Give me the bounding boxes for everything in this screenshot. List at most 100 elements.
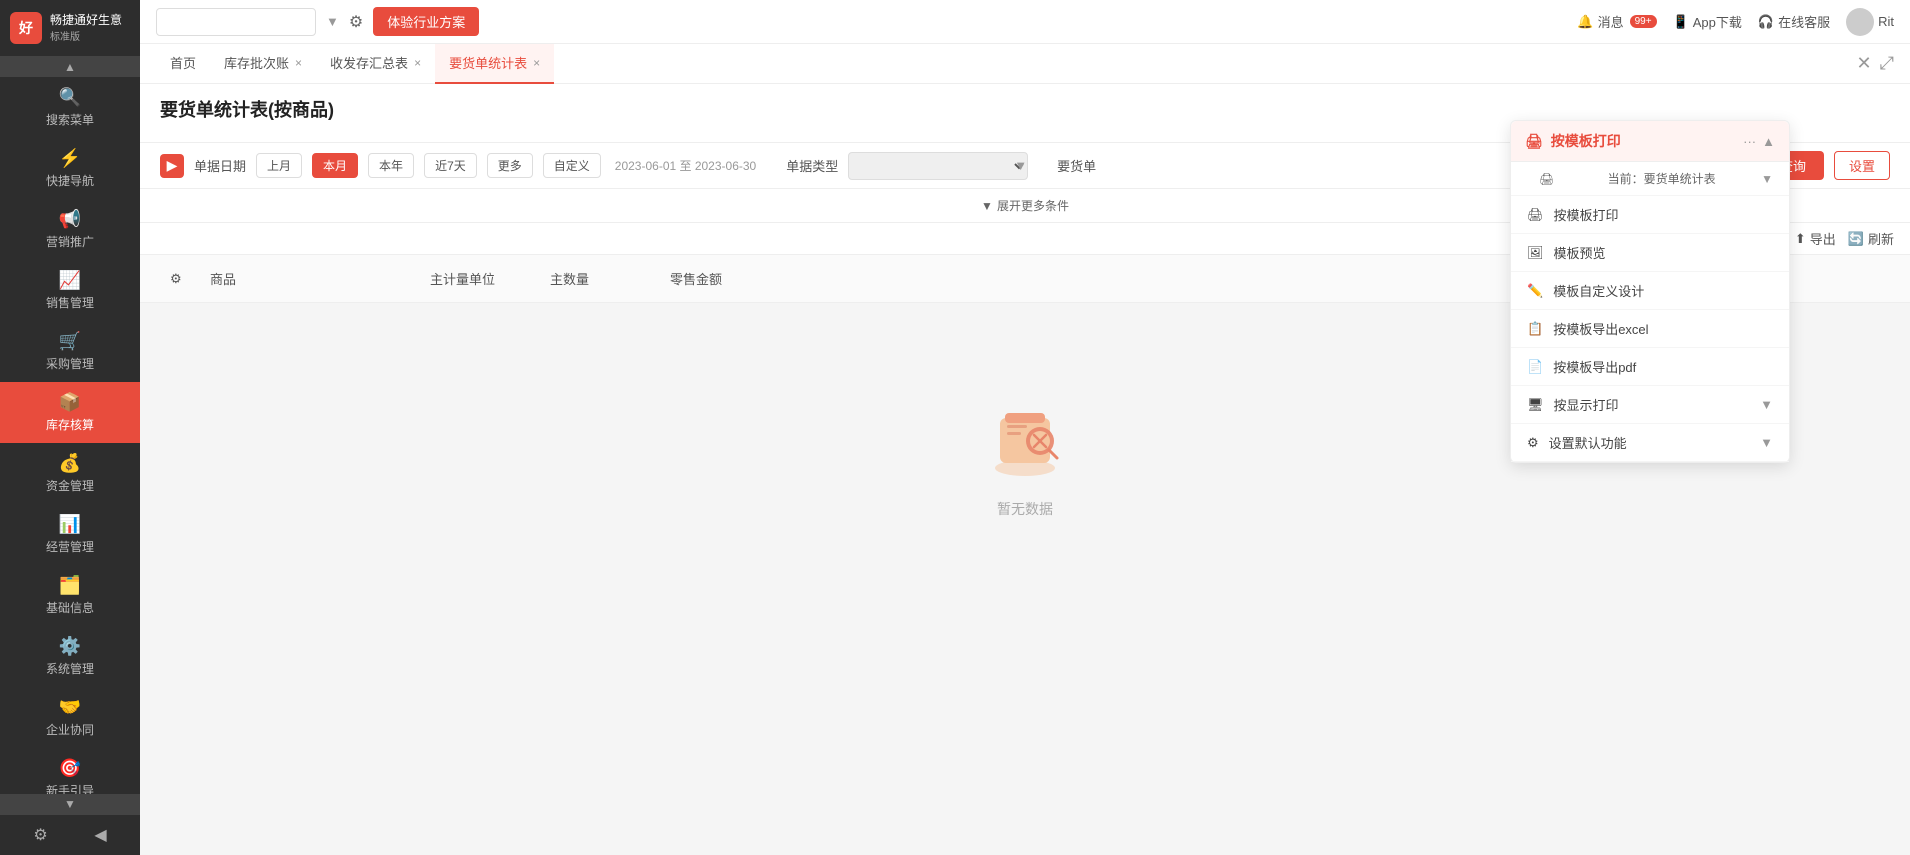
- app-name: 畅捷通好生意: [50, 13, 122, 29]
- online-service-label: 在线客服: [1778, 12, 1830, 31]
- sidebar-settings-icon[interactable]: ⚙: [33, 825, 47, 845]
- tab-inventory-batch-label: 库存批次账: [224, 53, 289, 72]
- col-header-check[interactable]: ⚙: [160, 265, 200, 293]
- sidebar-nav: 🔍 搜索菜单 ⚡ 快捷导航 📢 营销推广 📈 销售管理 🛒 采购管理 📦 库存核…: [0, 77, 140, 794]
- sidebar-item-base[interactable]: 🗂️ 基础信息: [0, 565, 140, 626]
- sidebar-toggle-icon[interactable]: ◀: [94, 825, 106, 845]
- display-print-label: 按显示打印: [1554, 395, 1619, 414]
- tab-order-stats-close[interactable]: ×: [533, 56, 540, 70]
- date-btn-this-year[interactable]: 本年: [368, 153, 414, 178]
- sidebar-scroll-down[interactable]: ▼: [0, 794, 140, 814]
- sidebar-scroll-up[interactable]: ▲: [0, 57, 140, 77]
- current-template-arrow[interactable]: ▼: [1761, 172, 1773, 186]
- toolbar-expand-btn[interactable]: ▶: [160, 154, 184, 178]
- dropdown-item-template-excel[interactable]: 📋 按模板导出excel: [1511, 310, 1789, 348]
- tab-home-label: 首页: [170, 53, 196, 72]
- online-service-btn[interactable]: 🎧 在线客服: [1758, 12, 1830, 31]
- topbar-chevron-icon[interactable]: ▼: [326, 14, 339, 29]
- tab-expand-icon[interactable]: ⤢: [1880, 53, 1894, 74]
- col-header-qty: 主数量: [540, 263, 660, 294]
- username-label: Rit: [1878, 14, 1894, 29]
- money-icon: 💰: [59, 453, 81, 474]
- settings-btn[interactable]: 设置: [1834, 151, 1890, 180]
- sidebar-item-label: 经营管理: [46, 538, 94, 555]
- tab-inventory-batch-close[interactable]: ×: [295, 56, 302, 70]
- sidebar-item-marketing[interactable]: 📢 营销推广: [0, 199, 140, 260]
- tab-close-window-icon[interactable]: ✕: [1857, 53, 1872, 74]
- megaphone-icon: 📢: [59, 209, 81, 230]
- display-print-arrow: ▼: [1760, 397, 1773, 412]
- tab-order-stats[interactable]: 要货单统计表 ×: [435, 44, 554, 84]
- print-dropdown: 🖨 按模板打印 ··· ▲ 🖨 当前：要货单统计表 ▼ 🖨 按模板打印 🖼 模: [1510, 120, 1790, 463]
- tab-receipts-summary[interactable]: 收发存汇总表 ×: [316, 44, 435, 84]
- date-btn-more[interactable]: 更多: [487, 153, 533, 178]
- sidebar-item-search[interactable]: 🔍 搜索菜单: [0, 77, 140, 138]
- print-dropdown-collapse-icon[interactable]: ▲: [1762, 134, 1775, 149]
- tab-receipts-summary-close[interactable]: ×: [414, 56, 421, 70]
- sidebar-item-label: 营销推广: [46, 233, 94, 250]
- user-avatar[interactable]: Rit: [1846, 8, 1894, 36]
- content-area: 要货单统计表(按商品) ▶ 单据日期 上月 本月 本年 近7天 更多 自定义 2…: [140, 84, 1910, 855]
- sidebar-item-newbie[interactable]: 🎯 新手引导: [0, 748, 140, 794]
- export-icon: ⬆: [1795, 231, 1806, 247]
- tab-home[interactable]: 首页: [156, 44, 210, 84]
- col-header-amount: 零售金额: [660, 263, 810, 294]
- dropdown-item-template-print[interactable]: 🖨 按模板打印: [1511, 196, 1789, 234]
- sidebar-item-label: 库存核算: [46, 416, 94, 433]
- type-filter-select[interactable]: [848, 152, 1028, 180]
- default-func-left: ⚙ 设置默认功能: [1527, 433, 1627, 452]
- sidebar-item-operation[interactable]: 📊 经营管理: [0, 504, 140, 565]
- tabs-bar: 首页 库存批次账 × 收发存汇总表 × 要货单统计表 × ✕ ⤢: [140, 44, 1910, 84]
- operation-icon: 📊: [59, 514, 81, 535]
- expand-chevron-icon: ▼: [981, 199, 993, 213]
- sidebar-item-quick-nav[interactable]: ⚡ 快捷导航: [0, 138, 140, 199]
- chart-icon: 📈: [59, 270, 81, 291]
- topbar-gear-icon[interactable]: ⚙: [349, 12, 363, 32]
- sidebar-item-inventory[interactable]: 📦 库存核算: [0, 382, 140, 443]
- tab-inventory-batch[interactable]: 库存批次账 ×: [210, 44, 316, 84]
- display-print-left: 🖥 按显示打印: [1527, 395, 1619, 414]
- dropdown-sub-default-func[interactable]: ⚙ 设置默认功能 ▼: [1511, 424, 1789, 462]
- topbar-search-input[interactable]: [156, 8, 316, 36]
- date-btn-last-month[interactable]: 上月: [256, 153, 302, 178]
- template-preview-icon: 🖼: [1527, 245, 1544, 261]
- topbar-left: ▼ ⚙ 体验行业方案: [156, 7, 479, 36]
- template-excel-label: 按模板导出excel: [1553, 319, 1648, 338]
- dropdown-item-template-preview[interactable]: 🖼 模板预览: [1511, 234, 1789, 272]
- industry-btn[interactable]: 体验行业方案: [373, 7, 479, 36]
- page-title: 要货单统计表(按商品): [160, 96, 1890, 122]
- date-btn-custom[interactable]: 自定义: [543, 153, 601, 178]
- sidebar-item-label: 销售管理: [46, 294, 94, 311]
- refresh-btn[interactable]: 🔄 刷新: [1848, 229, 1894, 248]
- sidebar-item-label: 采购管理: [46, 355, 94, 372]
- topbar-right: 🔔 消息 99+ 📱 App下载 🎧 在线客服 Rit: [1577, 8, 1894, 36]
- message-btn[interactable]: 🔔 消息 99+: [1577, 12, 1656, 31]
- bell-icon: 🔔: [1577, 14, 1593, 30]
- sidebar-item-label: 基础信息: [46, 599, 94, 616]
- app-version: 标准版: [50, 28, 122, 43]
- default-func-arrow: ▼: [1760, 435, 1773, 450]
- export-btn[interactable]: ⬆ 导出: [1795, 229, 1836, 248]
- sidebar-item-label: 系统管理: [46, 660, 94, 677]
- template-design-label: 模板自定义设计: [1553, 281, 1644, 300]
- sidebar-item-sales[interactable]: 📈 销售管理: [0, 260, 140, 321]
- sidebar-item-label: 资金管理: [46, 477, 94, 494]
- template-design-icon: ✏️: [1527, 283, 1543, 299]
- sidebar-item-label: 新手引导: [46, 782, 94, 794]
- sidebar-item-corp[interactable]: 🤝 企业协同: [0, 687, 140, 748]
- dropdown-sub-display-print[interactable]: 🖥 按显示打印 ▼: [1511, 386, 1789, 424]
- date-btn-7days[interactable]: 近7天: [424, 153, 477, 178]
- sidebar-item-finance[interactable]: 💰 资金管理: [0, 443, 140, 504]
- dropdown-item-template-pdf[interactable]: 📄 按模板导出pdf: [1511, 348, 1789, 386]
- main-content: ▼ ⚙ 体验行业方案 🔔 消息 99+ 📱 App下载 🎧 在线客服 Rit: [140, 0, 1910, 855]
- print-dropdown-more-icon[interactable]: ···: [1743, 134, 1756, 149]
- expand-more-btn[interactable]: ▼ 展开更多条件: [981, 197, 1069, 214]
- dropdown-item-template-design[interactable]: ✏️ 模板自定义设计: [1511, 272, 1789, 310]
- sidebar-item-system[interactable]: ⚙️ 系统管理: [0, 626, 140, 687]
- date-btn-this-month[interactable]: 本月: [312, 153, 358, 178]
- target-icon: 🎯: [59, 758, 81, 779]
- sidebar-item-purchase[interactable]: 🛒 采购管理: [0, 321, 140, 382]
- refresh-btn-label: 刷新: [1868, 229, 1894, 248]
- app-download-btn[interactable]: 📱 App下载: [1673, 12, 1742, 31]
- template-print-label: 按模板打印: [1554, 205, 1619, 224]
